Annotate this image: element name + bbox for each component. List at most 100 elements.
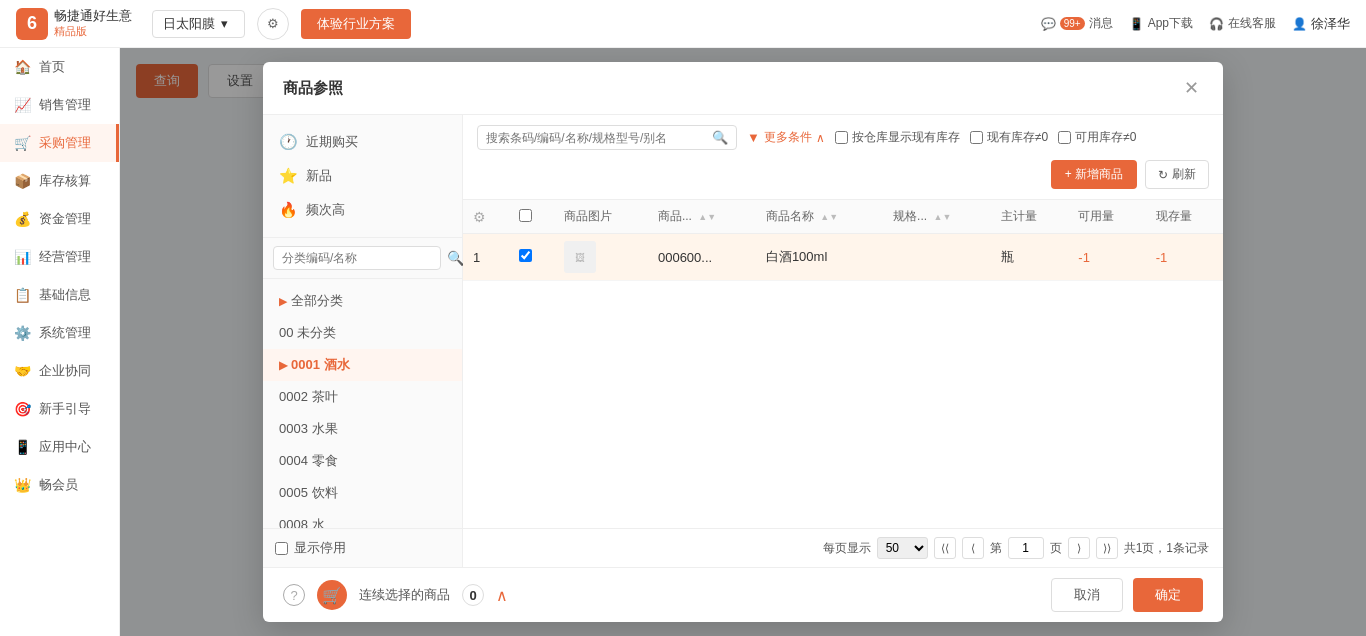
sidebar-item-finance[interactable]: 💰 资金管理 bbox=[0, 200, 119, 238]
cart-label: 连续选择的商品 bbox=[359, 586, 450, 604]
chevron-up-icon: ∧ bbox=[816, 131, 825, 145]
guide-icon: 🎯 bbox=[14, 401, 31, 417]
table-settings-icon[interactable]: ⚙ bbox=[473, 209, 486, 225]
td-spec bbox=[883, 234, 991, 281]
warehouse-stock-checkbox-label: 按仓库显示现有库存 bbox=[835, 129, 960, 146]
sidebar-item-basics[interactable]: 📋 基础信息 bbox=[0, 276, 119, 314]
row-checkbox[interactable] bbox=[519, 249, 532, 262]
modal-close-button[interactable]: ✕ bbox=[1179, 76, 1203, 100]
inventory-icon: 📦 bbox=[14, 173, 31, 189]
td-available: -1 bbox=[1068, 234, 1145, 281]
frequent-tab[interactable]: 🔥 频次高 bbox=[263, 193, 462, 227]
store-name: 日太阳膜 bbox=[163, 15, 215, 33]
prev-page-button[interactable]: ⟨ bbox=[962, 537, 984, 559]
product-search-input[interactable] bbox=[486, 131, 706, 145]
sidebar-item-apps[interactable]: 📱 应用中心 bbox=[0, 428, 119, 466]
sidebar-item-home[interactable]: 🏠 首页 bbox=[0, 48, 119, 86]
user-area[interactable]: 👤 徐泽华 bbox=[1292, 15, 1350, 33]
category-search-icon[interactable]: 🔍 bbox=[447, 250, 464, 266]
category-item-unclassified[interactable]: 00 未分类 bbox=[263, 317, 462, 349]
warehouse-stock-checkbox[interactable] bbox=[835, 131, 848, 144]
stock-nonzero-checkbox[interactable] bbox=[970, 131, 983, 144]
message-label: 消息 bbox=[1089, 15, 1113, 32]
app-download-button[interactable]: 📱 App下载 bbox=[1129, 15, 1193, 32]
product-reference-modal: 商品参照 ✕ 🕐 近期购买 ⭐ 新 bbox=[263, 62, 1223, 622]
stock-nonzero-checkbox-label: 现有库存≠0 bbox=[970, 129, 1048, 146]
show-disabled-label: 显示停用 bbox=[294, 539, 346, 557]
sidebar-item-inventory[interactable]: 📦 库存核算 bbox=[0, 162, 119, 200]
collapse-icon[interactable]: ∧ bbox=[496, 586, 508, 605]
footer-buttons: 取消 确定 bbox=[1051, 578, 1203, 612]
per-page-select[interactable]: 50 10 20 100 bbox=[877, 537, 928, 559]
select-all-checkbox[interactable] bbox=[519, 209, 532, 222]
table-row: 1 🖼 000600... 白酒100ml bbox=[463, 234, 1223, 281]
category-label: 00 未分类 bbox=[279, 324, 336, 342]
arrow-icon: ▶ bbox=[279, 295, 287, 308]
trial-button[interactable]: 体验行业方案 bbox=[301, 9, 411, 39]
sidebar-item-system[interactable]: ⚙️ 系统管理 bbox=[0, 314, 119, 352]
td-checkbox bbox=[509, 234, 555, 281]
customer-service-button[interactable]: 🎧 在线客服 bbox=[1209, 15, 1276, 32]
first-page-button[interactable]: ⟨⟨ bbox=[934, 537, 956, 559]
category-item-tea[interactable]: 0002 茶叶 bbox=[263, 381, 462, 413]
th-spec: 规格... ▲▼ bbox=[883, 200, 991, 234]
cart-count: 0 bbox=[462, 584, 484, 606]
chevron-down-icon: ▾ bbox=[221, 16, 228, 31]
category-item-snack[interactable]: 0004 零食 bbox=[263, 445, 462, 477]
sidebar-item-operations[interactable]: 📊 经营管理 bbox=[0, 238, 119, 276]
app-label: App下载 bbox=[1148, 15, 1193, 32]
top-nav: 6 畅捷通好生意 精品版 日太阳膜 ▾ ⚙ 体验行业方案 💬 99+ 消息 📱 … bbox=[0, 0, 1366, 48]
next-page-button[interactable]: ⟩ bbox=[1068, 537, 1090, 559]
category-search-input[interactable] bbox=[273, 246, 441, 270]
main-layout: 🏠 首页 📈 销售管理 🛒 采购管理 📦 库存核算 💰 资金管理 📊 经营管理 … bbox=[0, 48, 1366, 636]
category-list: ▶ 全部分类 00 未分类 ▶ 0001 酒水 0002 茶 bbox=[263, 279, 462, 528]
recent-purchase-tab[interactable]: 🕐 近期购买 bbox=[263, 125, 462, 159]
available-nonzero-checkbox[interactable] bbox=[1058, 131, 1071, 144]
more-filter-button[interactable]: ▼ 更多条件 ∧ bbox=[747, 129, 825, 146]
refresh-button[interactable]: ↻ 刷新 bbox=[1145, 160, 1209, 189]
category-item-drink[interactable]: 0005 饮料 bbox=[263, 477, 462, 509]
sidebar-item-guide[interactable]: 🎯 新手引导 bbox=[0, 390, 119, 428]
clock-icon: 🕐 bbox=[279, 133, 298, 151]
cancel-button[interactable]: 取消 bbox=[1051, 578, 1123, 612]
sidebar-item-collab[interactable]: 🤝 企业协同 bbox=[0, 352, 119, 390]
help-button[interactable]: ? bbox=[283, 584, 305, 606]
finance-icon: 💰 bbox=[14, 211, 31, 227]
warehouse-stock-text: 按仓库显示现有库存 bbox=[852, 129, 960, 146]
new-products-tab[interactable]: ⭐ 新品 bbox=[263, 159, 462, 193]
operations-icon: 📊 bbox=[14, 249, 31, 265]
last-page-button[interactable]: ⟩⟩ bbox=[1096, 537, 1118, 559]
app-icon: 📱 bbox=[1129, 17, 1144, 31]
sidebar-item-label: 新手引导 bbox=[39, 400, 91, 418]
cart-icon[interactable]: 🛒 bbox=[317, 580, 347, 610]
category-label: 0004 零食 bbox=[279, 452, 338, 470]
total-info: 共1页，1条记录 bbox=[1124, 540, 1209, 557]
toolbar-right-buttons: + 新增商品 ↻ 刷新 bbox=[1051, 160, 1209, 189]
category-search-bar: 🔍 bbox=[263, 238, 462, 279]
fire-icon: 🔥 bbox=[279, 201, 298, 219]
sidebar-item-label: 系统管理 bbox=[39, 324, 91, 342]
store-selector[interactable]: 日太阳膜 ▾ bbox=[152, 10, 245, 38]
sidebar-item-purchase[interactable]: 🛒 采购管理 bbox=[0, 124, 119, 162]
category-item-all[interactable]: ▶ 全部分类 bbox=[263, 285, 462, 317]
per-page-label: 每页显示 bbox=[823, 540, 871, 557]
stock-nonzero-text: 现有库存≠0 bbox=[987, 129, 1048, 146]
product-search-bar: 🔍 bbox=[477, 125, 737, 150]
category-item-liquor[interactable]: ▶ 0001 酒水 bbox=[263, 349, 462, 381]
th-spec-label: 规格... bbox=[893, 209, 927, 223]
show-disabled-checkbox[interactable] bbox=[275, 542, 288, 555]
confirm-button[interactable]: 确定 bbox=[1133, 578, 1203, 612]
sidebar-item-sales[interactable]: 📈 销售管理 bbox=[0, 86, 119, 124]
settings-button[interactable]: ⚙ bbox=[257, 8, 289, 40]
page-input[interactable] bbox=[1008, 537, 1044, 559]
messages-button[interactable]: 💬 99+ 消息 bbox=[1041, 15, 1113, 32]
add-product-button[interactable]: + 新增商品 bbox=[1051, 160, 1137, 189]
th-name-label: 商品名称 bbox=[766, 209, 814, 223]
sidebar-item-member[interactable]: 👑 畅会员 bbox=[0, 466, 119, 504]
category-item-water[interactable]: 0008 水 bbox=[263, 509, 462, 528]
modal-title: 商品参照 bbox=[283, 79, 343, 98]
category-item-fruit[interactable]: 0003 水果 bbox=[263, 413, 462, 445]
sales-icon: 📈 bbox=[14, 97, 31, 113]
td-stock: -1 bbox=[1146, 234, 1223, 281]
td-image: 🖼 bbox=[554, 234, 648, 281]
